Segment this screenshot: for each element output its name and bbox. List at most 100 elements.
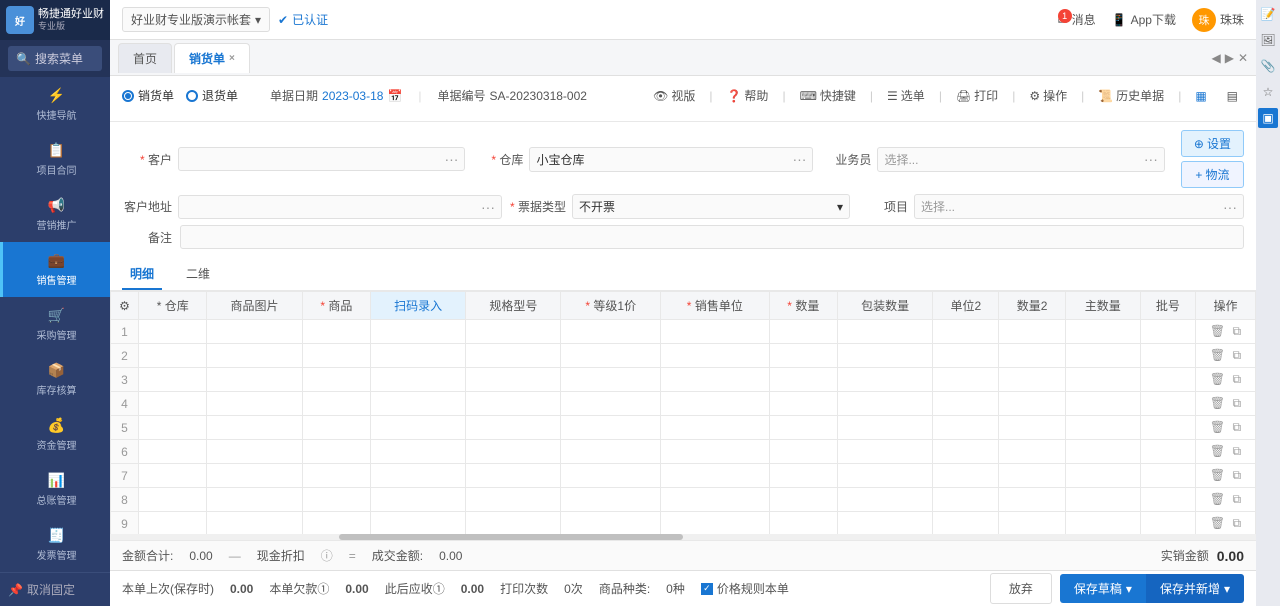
row-warehouse[interactable] bbox=[139, 416, 207, 440]
row-spec[interactable] bbox=[466, 512, 561, 535]
date-value[interactable]: 2023-03-18 bbox=[322, 89, 383, 103]
view-btn[interactable]: 👁 视版 bbox=[647, 84, 701, 107]
row-qty[interactable] bbox=[769, 416, 837, 440]
calendar-icon[interactable]: 📅 bbox=[387, 89, 402, 103]
row-price[interactable] bbox=[561, 512, 661, 535]
row-batch[interactable] bbox=[1140, 416, 1195, 440]
row-pkg-qty[interactable] bbox=[838, 488, 933, 512]
row-unit2[interactable] bbox=[933, 392, 999, 416]
rp-image-icon[interactable]: 🖼 bbox=[1258, 30, 1278, 50]
print-btn[interactable]: 🖨 打印 bbox=[950, 84, 1004, 107]
sidebar-item-inventory[interactable]: 📦 库存核算 bbox=[0, 352, 110, 407]
row-goods[interactable] bbox=[302, 488, 370, 512]
row-batch[interactable] bbox=[1140, 368, 1195, 392]
row-scan[interactable] bbox=[371, 344, 466, 368]
row-delete-icon[interactable]: 🗑 bbox=[1210, 444, 1225, 458]
price-rule-checkbox[interactable]: ✓ 价格规则本单 bbox=[701, 580, 789, 597]
row-goods[interactable] bbox=[302, 512, 370, 535]
help-btn[interactable]: ❓ 帮助 bbox=[720, 84, 774, 107]
tab-home[interactable]: 首页 bbox=[118, 43, 172, 73]
sidebar-item-marketing[interactable]: 📢 营销推广 bbox=[0, 187, 110, 242]
row-warehouse[interactable] bbox=[139, 440, 207, 464]
row-qty2[interactable] bbox=[999, 320, 1065, 344]
row-qty[interactable] bbox=[769, 368, 837, 392]
sidebar-item-ledger[interactable]: 📊 总账管理 bbox=[0, 462, 110, 517]
row-pkg-qty[interactable] bbox=[838, 440, 933, 464]
row-pkg-qty[interactable] bbox=[838, 464, 933, 488]
scrollbar-thumb[interactable] bbox=[339, 534, 683, 540]
row-spec[interactable] bbox=[466, 392, 561, 416]
select-btn[interactable]: ☰ 选单 bbox=[881, 84, 931, 107]
row-qty[interactable] bbox=[769, 392, 837, 416]
app-download-button[interactable]: 📱 App下载 bbox=[1112, 11, 1176, 28]
row-copy-icon[interactable]: ⧉ bbox=[1233, 396, 1242, 410]
tab-close-icon[interactable]: × bbox=[229, 53, 235, 64]
message-button[interactable]: ✉ 1 消息 bbox=[1058, 11, 1096, 28]
customer-input[interactable]: ··· bbox=[178, 147, 465, 171]
horizontal-scrollbar[interactable] bbox=[110, 534, 1256, 540]
sidebar-item-project[interactable]: 📋 项目合同 bbox=[0, 132, 110, 187]
row-unit2[interactable] bbox=[933, 464, 999, 488]
rp-edit-icon[interactable]: 📝 bbox=[1258, 4, 1278, 24]
row-spec[interactable] bbox=[466, 464, 561, 488]
row-qty[interactable] bbox=[769, 320, 837, 344]
layout-grid-btn[interactable]: ▤ bbox=[1221, 86, 1244, 106]
row-copy-icon[interactable]: ⧉ bbox=[1233, 492, 1242, 506]
th-settings[interactable]: ⚙ bbox=[111, 292, 139, 320]
address-input[interactable]: ··· bbox=[178, 195, 502, 219]
row-goods[interactable] bbox=[302, 440, 370, 464]
tab-2d[interactable]: 二维 bbox=[178, 261, 218, 290]
row-price[interactable] bbox=[561, 368, 661, 392]
row-copy-icon[interactable]: ⧉ bbox=[1233, 516, 1242, 530]
row-unit[interactable] bbox=[661, 416, 770, 440]
row-unit[interactable] bbox=[661, 488, 770, 512]
row-warehouse[interactable] bbox=[139, 512, 207, 535]
row-main-qty[interactable] bbox=[1065, 416, 1140, 440]
row-main-qty[interactable] bbox=[1065, 488, 1140, 512]
logistics-button[interactable]: + 物流 bbox=[1181, 161, 1244, 188]
row-spec[interactable] bbox=[466, 416, 561, 440]
operate-btn[interactable]: ⚙ 操作 bbox=[1023, 84, 1073, 107]
sidebar-item-quick-nav[interactable]: ⚡ 快捷导航 bbox=[0, 77, 110, 132]
row-warehouse[interactable] bbox=[139, 392, 207, 416]
row-copy-icon[interactable]: ⧉ bbox=[1233, 420, 1242, 434]
tab-close-all-icon[interactable]: ✕ bbox=[1238, 51, 1248, 65]
abandon-button[interactable]: 放弃 bbox=[990, 573, 1052, 604]
row-copy-icon[interactable]: ⧉ bbox=[1233, 444, 1242, 458]
row-goods[interactable] bbox=[302, 368, 370, 392]
row-copy-icon[interactable]: ⧉ bbox=[1233, 348, 1242, 362]
row-price[interactable] bbox=[561, 320, 661, 344]
row-delete-icon[interactable]: 🗑 bbox=[1210, 420, 1225, 434]
row-price[interactable] bbox=[561, 488, 661, 512]
company-selector[interactable]: 好业财专业版演示帐套 ▾ bbox=[122, 7, 270, 32]
row-price[interactable] bbox=[561, 392, 661, 416]
row-goods[interactable] bbox=[302, 416, 370, 440]
rp-star-icon[interactable]: ☆ bbox=[1258, 82, 1278, 102]
tab-sale-order[interactable]: 销货单 × bbox=[174, 43, 250, 73]
row-unit[interactable] bbox=[661, 392, 770, 416]
sidebar-item-invoice[interactable]: 🧾 发票管理 bbox=[0, 517, 110, 572]
row-price[interactable] bbox=[561, 416, 661, 440]
row-scan[interactable] bbox=[371, 368, 466, 392]
row-main-qty[interactable] bbox=[1065, 464, 1140, 488]
save-new-button[interactable]: 保存并新增 ▾ bbox=[1146, 574, 1244, 603]
row-qty2[interactable] bbox=[999, 512, 1065, 535]
row-main-qty[interactable] bbox=[1065, 392, 1140, 416]
row-unit[interactable] bbox=[661, 344, 770, 368]
row-price[interactable] bbox=[561, 440, 661, 464]
rp-attach-icon[interactable]: 📎 bbox=[1258, 56, 1278, 76]
warehouse-input[interactable]: 小宝仓库 ··· bbox=[529, 147, 813, 172]
row-pkg-qty[interactable] bbox=[838, 368, 933, 392]
order-no-value[interactable]: SA-20230318-002 bbox=[490, 89, 587, 103]
row-goods[interactable] bbox=[302, 344, 370, 368]
row-batch[interactable] bbox=[1140, 488, 1195, 512]
rp-highlight-icon[interactable]: ▣ bbox=[1258, 108, 1278, 128]
row-unit2[interactable] bbox=[933, 344, 999, 368]
tab-next-icon[interactable]: ▶ bbox=[1225, 51, 1234, 65]
row-pkg-qty[interactable] bbox=[838, 344, 933, 368]
row-qty[interactable] bbox=[769, 440, 837, 464]
row-unit2[interactable] bbox=[933, 440, 999, 464]
row-warehouse[interactable] bbox=[139, 368, 207, 392]
row-copy-icon[interactable]: ⧉ bbox=[1233, 468, 1242, 482]
row-unit2[interactable] bbox=[933, 488, 999, 512]
